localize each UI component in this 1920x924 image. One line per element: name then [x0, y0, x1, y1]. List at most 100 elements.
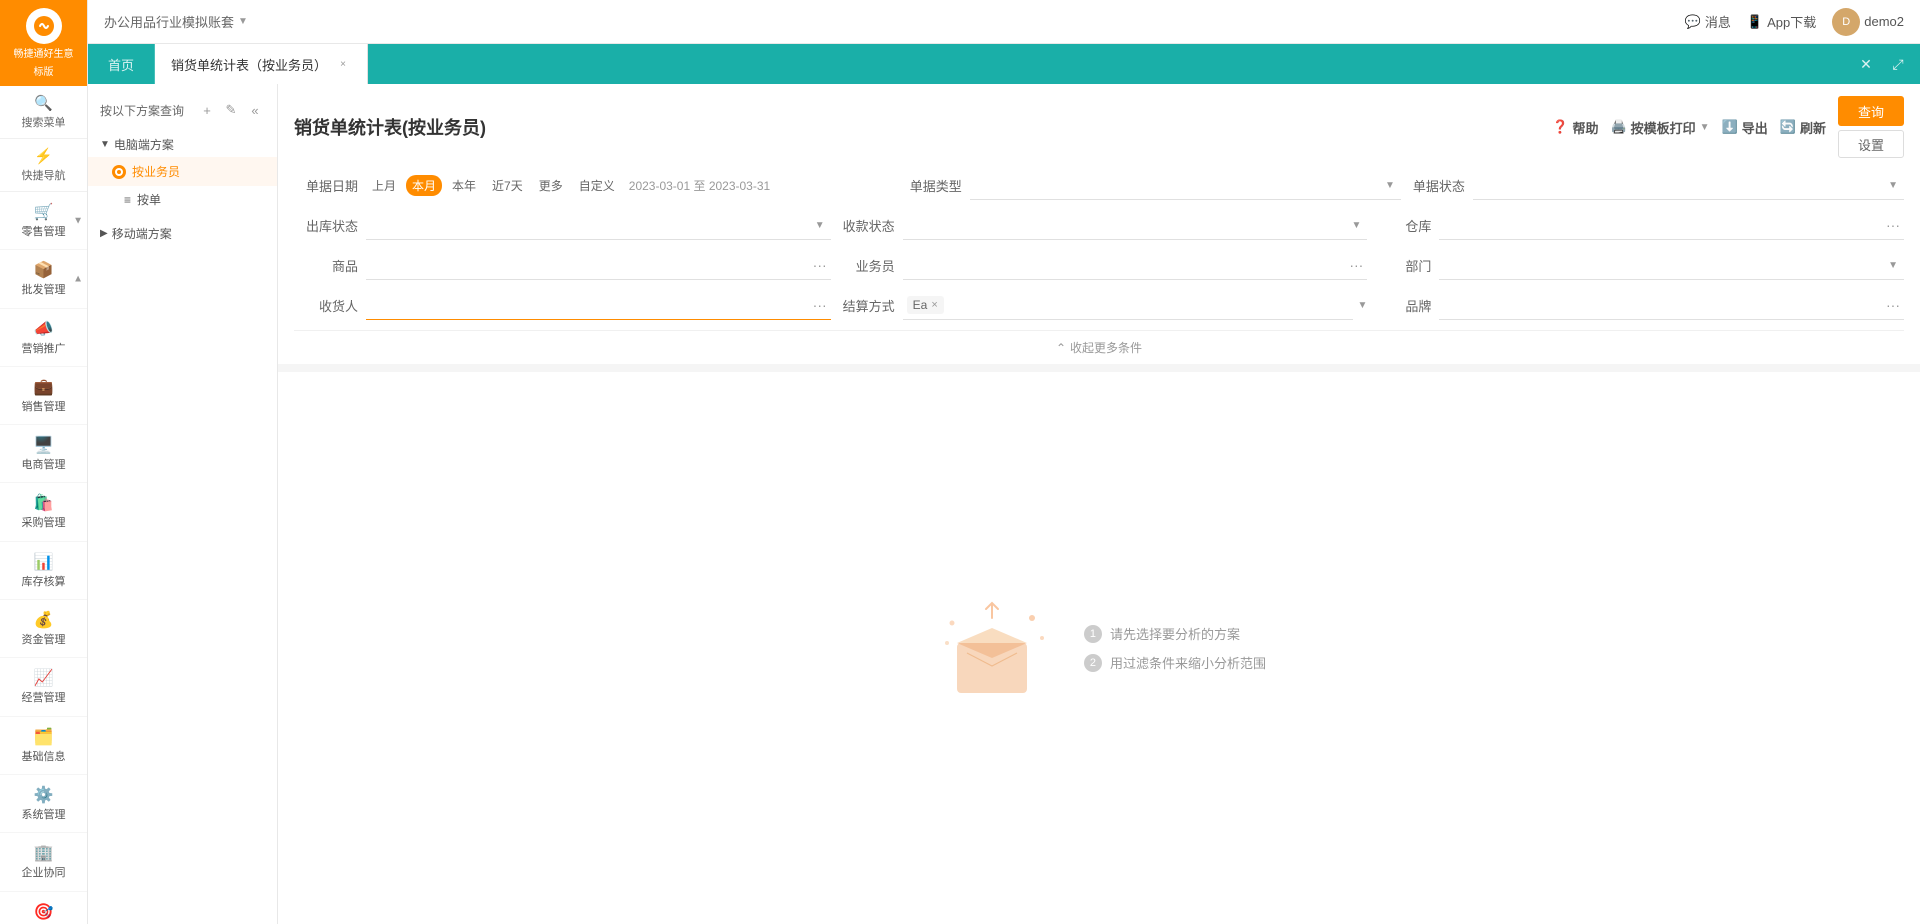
sidebar-item-inventory[interactable]: 📊 库存核算	[0, 542, 87, 600]
date-custom-btn[interactable]: 自定义	[573, 175, 621, 196]
date-label: 单据日期	[294, 176, 366, 195]
main-area: 办公用品行业模拟账套 ▼ 💬 消息 📱 App下载 D demo2 首页	[88, 0, 1920, 924]
message-button[interactable]: 💬 消息	[1685, 12, 1731, 31]
print-button[interactable]: 🖨️ 按模板打印 ▼	[1610, 118, 1709, 137]
doc-status-label: 单据状态	[1401, 176, 1473, 195]
quick-nav-button[interactable]: ⚡ 快捷导航	[22, 147, 66, 183]
brand-label: 品牌	[1367, 296, 1439, 315]
content-area: 按以下方案查询 + ✎ « ▼ 电脑端方案	[88, 84, 1920, 924]
warehouse-dots-icon[interactable]: ···	[1886, 217, 1900, 233]
salesman-dots-icon[interactable]: ···	[1349, 257, 1363, 273]
search-menu-button[interactable]: 🔍 搜索菜单	[22, 94, 66, 130]
sidebar-item-finance[interactable]: 💰 资金管理	[0, 600, 87, 658]
enterprise-icon: 🏢	[34, 843, 54, 863]
doc-type-select[interactable]	[970, 170, 1401, 200]
brand-dots-icon[interactable]: ···	[1886, 297, 1900, 313]
goods-dots-icon[interactable]: ···	[813, 257, 827, 273]
tab-minimize-button[interactable]: ✕	[1852, 50, 1880, 78]
collapse-icon: ⌃	[1056, 341, 1066, 355]
action-buttons: 查询 设置	[1838, 96, 1904, 158]
topbar: 办公用品行业模拟账套 ▼ 💬 消息 📱 App下载 D demo2	[88, 0, 1920, 44]
active-tab[interactable]: 销货单统计表（按业务员） ×	[155, 44, 368, 84]
goods-input[interactable]	[366, 250, 831, 280]
filter-row-1: 单据日期 上月 本月 本年 近7天 更多 自定义 2023-03-01 至 20…	[294, 170, 1904, 200]
pc-section-header[interactable]: ▼ 电脑端方案	[88, 132, 277, 157]
active-indicator	[112, 165, 126, 179]
wholesale-icon: 📦	[34, 260, 54, 280]
settings-button[interactable]: 设置	[1838, 130, 1904, 158]
home-tab[interactable]: 首页	[88, 44, 155, 84]
sidebar-item-wholesale[interactable]: 📦 批发管理 ▲	[0, 250, 87, 308]
tab-close-button[interactable]: ×	[335, 56, 351, 72]
export-button[interactable]: ⬇️ 导出	[1722, 118, 1768, 137]
sidebar-search-section: 🔍 搜索菜单	[0, 86, 87, 139]
doc-status-select[interactable]	[1473, 170, 1904, 200]
date-more-btn[interactable]: 更多	[533, 175, 569, 196]
dept-select-wrap: ▼	[1439, 250, 1904, 280]
sidebar-item-sales[interactable]: 💼 销售管理	[0, 367, 87, 425]
date-last-month-btn[interactable]: 上月	[366, 175, 402, 196]
warehouse-input[interactable]	[1439, 210, 1904, 240]
sidebar-item-newbie[interactable]: 🎯 新手引导	[0, 892, 87, 924]
dept-select[interactable]	[1439, 250, 1904, 280]
pc-section-label: 电脑端方案	[114, 136, 174, 153]
out-status-select[interactable]	[366, 210, 831, 240]
account-dropdown[interactable]: 办公用品行业模拟账套 ▼	[104, 12, 248, 31]
mobile-section-header[interactable]: ▶ 移动端方案	[88, 221, 277, 246]
consignee-input-wrap: ···	[366, 290, 831, 320]
date-this-month-btn[interactable]: 本月	[406, 175, 442, 196]
empty-illustration	[932, 588, 1052, 708]
maximize-icon: ⤢	[1892, 56, 1903, 73]
sidebar-item-base[interactable]: 🗂️ 基础信息	[0, 717, 87, 775]
empty-state: 1 请先选择要分析的方案 2 用过滤条件来缩小分析范围	[278, 372, 1920, 924]
salesman-input[interactable]	[903, 250, 1368, 280]
warehouse-input-wrap: ···	[1439, 210, 1904, 240]
scheme-order-label: 按单	[137, 191, 161, 208]
doc-status-field: 单据状态 ▼	[1401, 170, 1904, 200]
brand-input[interactable]	[1439, 290, 1904, 320]
refresh-label: 刷新	[1800, 118, 1826, 137]
app-download-label: App下载	[1767, 12, 1816, 31]
goods-field: 商品 ···	[294, 250, 831, 280]
salesman-input-wrap: ···	[903, 250, 1368, 280]
panel-edit-button[interactable]: ✎	[221, 100, 241, 120]
consignee-dots-icon[interactable]: ···	[813, 297, 827, 313]
minimize-icon: ✕	[1860, 56, 1872, 73]
consignee-input[interactable]	[366, 290, 831, 320]
panel-add-button[interactable]: +	[197, 100, 217, 120]
sidebar-item-retail[interactable]: 🛒 零售管理 ▼	[0, 192, 87, 250]
sidebar-item-ecommerce[interactable]: 🖥️ 电商管理	[0, 425, 87, 483]
sidebar-item-enterprise[interactable]: 🏢 企业协同	[0, 833, 87, 891]
filter-toolbar: ❓ 帮助 🖨️ 按模板打印 ▼ ⬇️ 导出 �	[1552, 96, 1904, 158]
tab-maximize-button[interactable]: ⤢	[1884, 50, 1912, 78]
sidebar-item-marketing[interactable]: 📣 营销推广	[0, 309, 87, 367]
consignee-field: 收货人 ···	[294, 290, 831, 320]
app-download-button[interactable]: 📱 App下载	[1747, 12, 1816, 31]
date-last-7-days-btn[interactable]: 近7天	[486, 175, 529, 196]
settle-tag-value: Ea	[913, 298, 928, 312]
goods-label: 商品	[294, 256, 366, 275]
sidebar-item-purchase[interactable]: 🛍️ 采购管理	[0, 483, 87, 541]
sidebar-item-system[interactable]: ⚙️ 系统管理	[0, 775, 87, 833]
topbar-right: 💬 消息 📱 App下载 D demo2	[1685, 8, 1904, 36]
scheme-salesman-label: 按业务员	[132, 163, 180, 180]
sidebar-item-business[interactable]: 📈 经营管理	[0, 658, 87, 716]
query-button[interactable]: 查询	[1838, 96, 1904, 126]
scheme-order[interactable]: ≡ 按单	[88, 186, 277, 213]
panel-collapse-button[interactable]: «	[245, 100, 265, 120]
expand-arrow2-icon: ▲	[73, 273, 83, 284]
recv-status-select[interactable]	[903, 210, 1368, 240]
collapse-button[interactable]: ⌃ 收起更多条件	[294, 330, 1904, 364]
filter-bar: 销货单统计表(按业务员) ❓ 帮助 🖨️ 按模板打印 ▼ ⬇️	[278, 84, 1920, 364]
help-button[interactable]: ❓ 帮助	[1552, 118, 1598, 137]
user-menu-button[interactable]: D demo2	[1832, 8, 1904, 36]
settle-tag-close-button[interactable]: ×	[931, 299, 937, 311]
tip-2-text: 用过滤条件来缩小分析范围	[1110, 653, 1266, 672]
dept-label: 部门	[1367, 256, 1439, 275]
newbie-icon: 🎯	[34, 902, 54, 922]
refresh-button[interactable]: 🔄 刷新	[1780, 118, 1826, 137]
date-this-year-btn[interactable]: 本年	[446, 175, 482, 196]
left-panel: 按以下方案查询 + ✎ « ▼ 电脑端方案	[88, 84, 278, 924]
scheme-salesman[interactable]: 按业务员	[88, 157, 277, 186]
dept-field: 部门 ▼	[1367, 250, 1904, 280]
